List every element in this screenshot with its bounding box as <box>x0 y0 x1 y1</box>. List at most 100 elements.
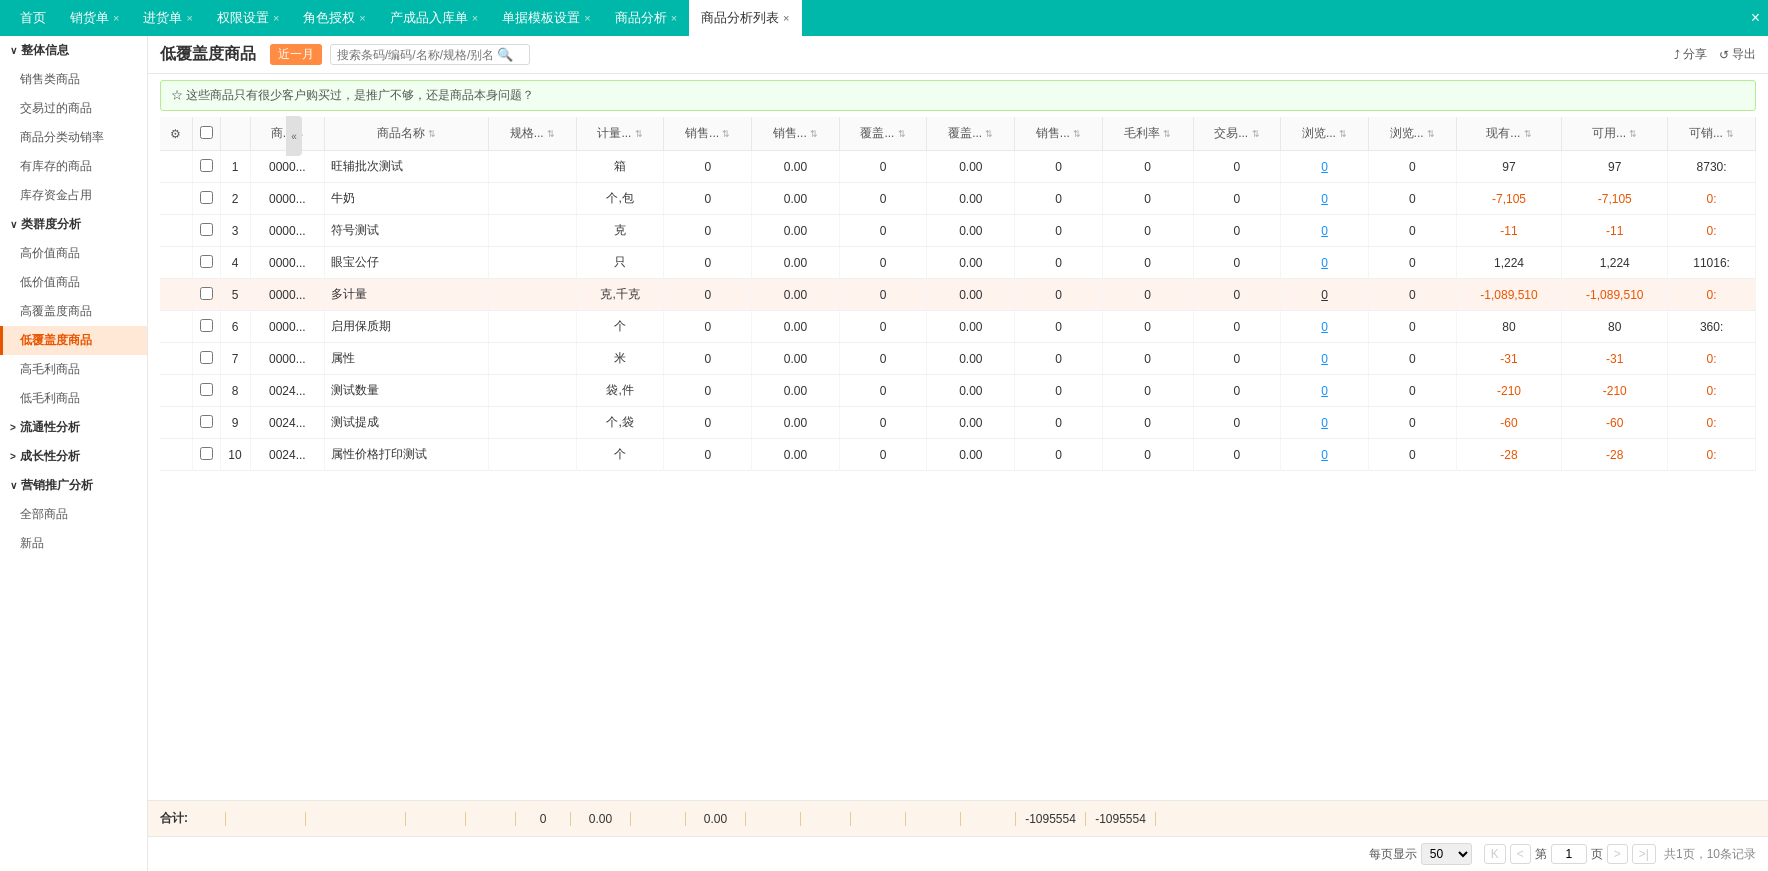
row-checkbox[interactable] <box>200 191 213 204</box>
row-checkbox[interactable] <box>200 351 213 364</box>
nav-product-entry[interactable]: 产成品入库单 × <box>378 0 490 36</box>
select-all-checkbox[interactable] <box>200 126 213 139</box>
search-input[interactable] <box>337 48 497 62</box>
row-checkbox[interactable] <box>200 383 213 396</box>
row-checkbox[interactable] <box>200 319 213 332</box>
nav-home[interactable]: 首页 <box>8 0 58 36</box>
th-gross-rate[interactable]: 毛利率 ⇅ <box>1102 117 1193 151</box>
th-cov1[interactable]: 覆盖... ⇅ <box>839 117 927 151</box>
th-sales-qty[interactable]: 销售... ⇅ <box>664 117 752 151</box>
filter-time-btn[interactable]: 近一月 <box>270 44 322 65</box>
sidebar-item-high-coverage[interactable]: 高覆盖度商品 <box>0 297 147 326</box>
cell-browse1[interactable]: 0 <box>1281 279 1369 311</box>
th-sales-cnt[interactable]: 销售... ⇅ <box>1015 117 1103 151</box>
sidebar-item-category-rate[interactable]: 商品分类动销率 <box>0 123 147 152</box>
sidebar-item-in-stock[interactable]: 有库存的商品 <box>0 152 147 181</box>
table-row: 8 0024... 测试数量 袋,件 0 0.00 0 0.00 0 0 0 0… <box>160 375 1756 407</box>
th-browse1[interactable]: 浏览... ⇅ <box>1281 117 1369 151</box>
row-checkbox[interactable] <box>200 415 213 428</box>
sidebar-collapse-btn[interactable]: « <box>286 116 302 156</box>
first-page-btn[interactable]: K <box>1484 844 1506 864</box>
cell-checkbox[interactable] <box>192 151 220 183</box>
cell-browse1[interactable]: 0 <box>1281 439 1369 471</box>
nav-permission[interactable]: 权限设置 × <box>205 0 291 36</box>
sidebar-item-all-goods[interactable]: 全部商品 <box>0 500 147 529</box>
nav-purchase[interactable]: 进货单 × <box>131 0 204 36</box>
nav-close-role[interactable]: × <box>359 12 365 24</box>
nav-close-all-btn[interactable]: × <box>1751 9 1760 27</box>
cell-gross-rate: 0 <box>1102 375 1193 407</box>
cell-browse1[interactable]: 0 <box>1281 343 1369 375</box>
th-name[interactable]: 商品名称 ⇅ <box>325 117 489 151</box>
cell-browse1[interactable]: 0 <box>1281 183 1369 215</box>
th-sales-amt[interactable]: 销售... ⇅ <box>752 117 840 151</box>
sidebar-item-traded-goods[interactable]: 交易过的商品 <box>0 94 147 123</box>
export-btn[interactable]: ↺ 导出 <box>1719 46 1756 63</box>
nav-analysis-list[interactable]: 商品分析列表 × <box>689 0 801 36</box>
row-checkbox[interactable] <box>200 447 213 460</box>
next-page-btn[interactable]: > <box>1607 844 1628 864</box>
cell-browse1[interactable]: 0 <box>1281 215 1369 247</box>
sidebar-item-capital[interactable]: 库存资金占用 <box>0 181 147 210</box>
nav-close-sales[interactable]: × <box>113 12 119 24</box>
row-checkbox[interactable] <box>200 287 213 300</box>
nav-role[interactable]: 角色授权 × <box>291 0 377 36</box>
th-settings[interactable]: ⚙ <box>160 117 192 151</box>
cell-checkbox[interactable] <box>192 247 220 279</box>
sidebar-item-low-value[interactable]: 低价值商品 <box>0 268 147 297</box>
nav-template[interactable]: 单据模板设置 × <box>490 0 602 36</box>
th-trade[interactable]: 交易... ⇅ <box>1193 117 1281 151</box>
sidebar-section-marketing[interactable]: ∨ 营销推广分析 <box>0 471 147 500</box>
sidebar-section-growth[interactable]: > 成长性分析 <box>0 442 147 471</box>
th-unit[interactable]: 计量... ⇅ <box>576 117 664 151</box>
cell-checkbox[interactable] <box>192 279 220 311</box>
sidebar-item-low-coverage[interactable]: 低覆盖度商品 <box>0 326 147 355</box>
sidebar-item-new-goods[interactable]: 新品 <box>0 529 147 558</box>
nav-close-analysis[interactable]: × <box>671 12 677 24</box>
nav-close-product-entry[interactable]: × <box>472 12 478 24</box>
cell-browse1[interactable]: 0 <box>1281 407 1369 439</box>
cell-checkbox[interactable] <box>192 439 220 471</box>
row-checkbox[interactable] <box>200 159 213 172</box>
sidebar-item-low-margin[interactable]: 低毛利商品 <box>0 384 147 413</box>
sidebar-section-liquidity[interactable]: > 流通性分析 <box>0 413 147 442</box>
share-btn[interactable]: ⤴ 分享 <box>1674 46 1707 63</box>
nav-sales[interactable]: 销货单 × <box>58 0 131 36</box>
th-browse2[interactable]: 浏览... ⇅ <box>1368 117 1456 151</box>
th-spec[interactable]: 规格... ⇅ <box>489 117 577 151</box>
row-checkbox[interactable] <box>200 255 213 268</box>
nav-analysis[interactable]: 商品分析 × <box>603 0 689 36</box>
th-cov2[interactable]: 覆盖... ⇅ <box>927 117 1015 151</box>
sidebar-item-high-margin[interactable]: 高毛利商品 <box>0 355 147 384</box>
cell-browse1[interactable]: 0 <box>1281 151 1369 183</box>
last-page-btn[interactable]: >| <box>1632 844 1656 864</box>
cell-name: 符号测试 <box>325 215 489 247</box>
cell-checkbox[interactable] <box>192 343 220 375</box>
cell-cov1: 0 <box>839 247 927 279</box>
sidebar-item-high-value[interactable]: 高价值商品 <box>0 239 147 268</box>
th-checkbox[interactable] <box>192 117 220 151</box>
cell-browse1[interactable]: 0 <box>1281 375 1369 407</box>
nav-close-permission[interactable]: × <box>273 12 279 24</box>
th-current-stock[interactable]: 现有... ⇅ <box>1456 117 1562 151</box>
sidebar-section-overall[interactable]: ∨ 整体信息 <box>0 36 147 65</box>
row-checkbox[interactable] <box>200 223 213 236</box>
sidebar-item-sales-goods[interactable]: 销售类商品 <box>0 65 147 94</box>
prev-page-btn[interactable]: < <box>1510 844 1531 864</box>
cell-checkbox[interactable] <box>192 215 220 247</box>
cell-checkbox[interactable] <box>192 375 220 407</box>
page-size-dropdown[interactable]: 50 20 100 <box>1421 843 1472 865</box>
nav-close-analysis-list[interactable]: × <box>783 12 789 24</box>
cell-browse1[interactable]: 0 <box>1281 311 1369 343</box>
nav-close-purchase[interactable]: × <box>186 12 192 24</box>
cell-browse1[interactable]: 0 <box>1281 247 1369 279</box>
cell-checkbox[interactable] <box>192 311 220 343</box>
nav-close-template[interactable]: × <box>584 12 590 24</box>
cell-checkbox[interactable] <box>192 183 220 215</box>
th-available[interactable]: 可用... ⇅ <box>1562 117 1668 151</box>
search-icon[interactable]: 🔍 <box>497 47 513 62</box>
page-number-input[interactable] <box>1551 844 1587 864</box>
cell-checkbox[interactable] <box>192 407 220 439</box>
sidebar-section-group[interactable]: ∨ 类群度分析 <box>0 210 147 239</box>
th-saleable[interactable]: 可销... ⇅ <box>1668 117 1756 151</box>
